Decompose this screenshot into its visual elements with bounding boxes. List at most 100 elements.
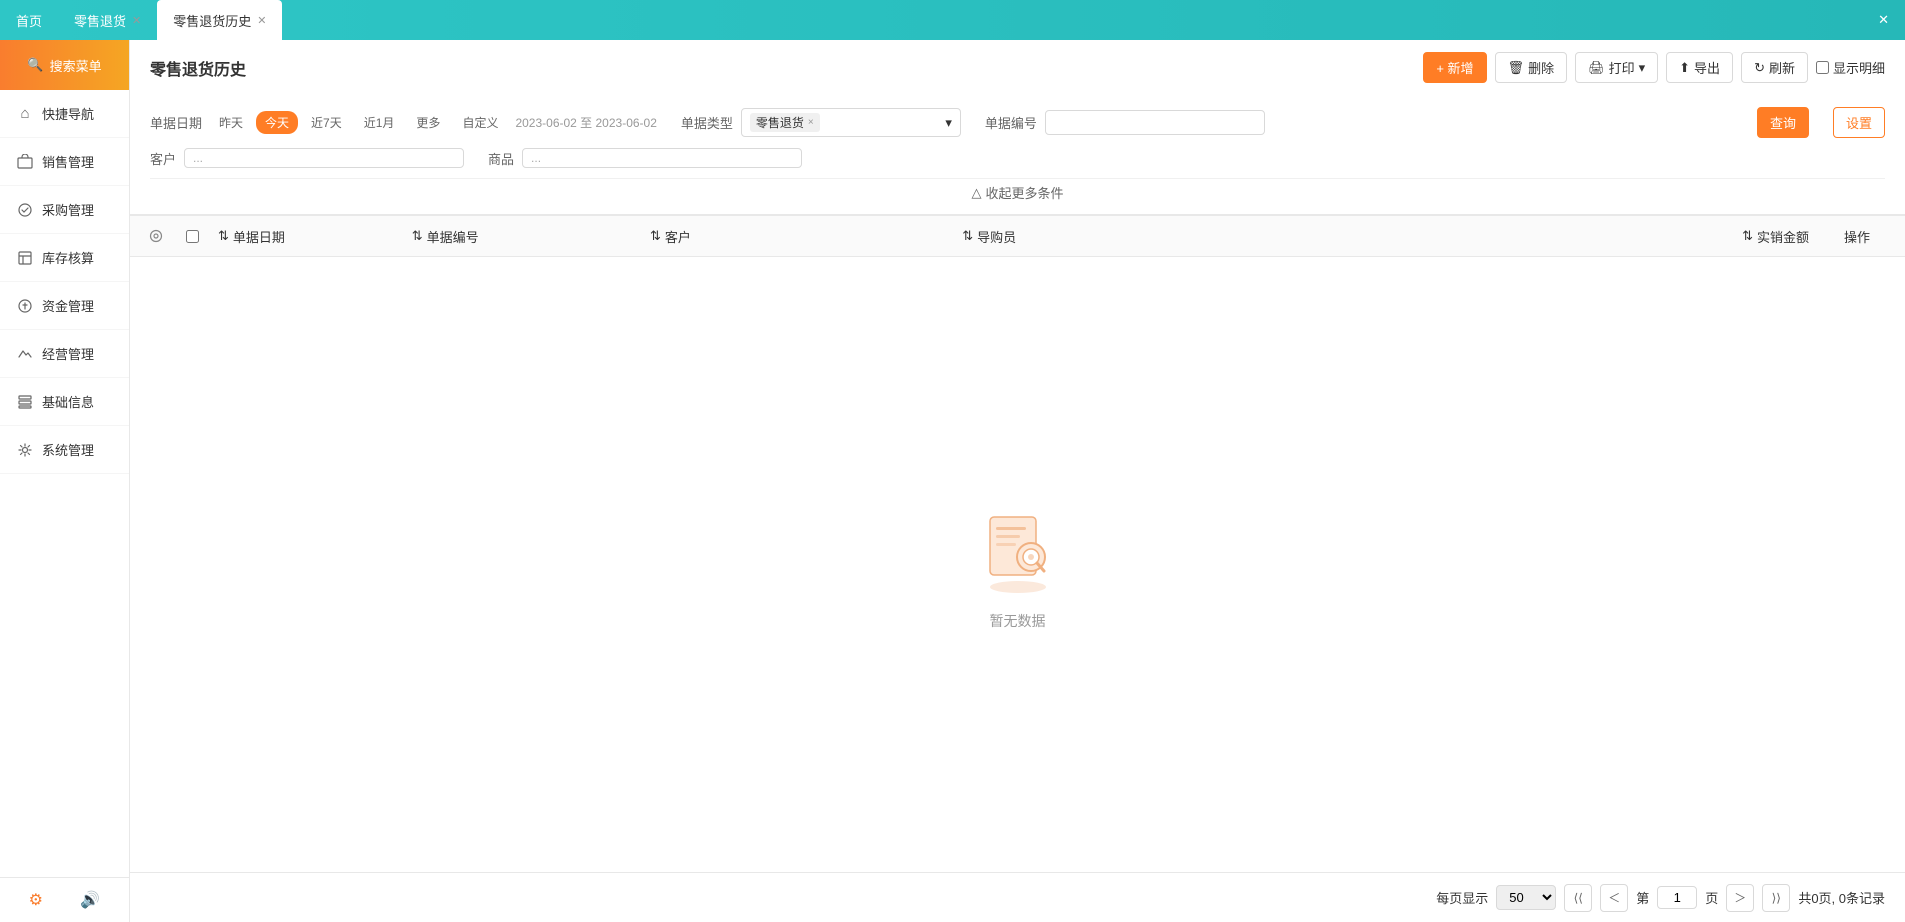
th-date[interactable]: ⇅ 单据日期 — [210, 227, 404, 246]
delete-label: 删除 — [1528, 58, 1554, 77]
page-unit: 页 — [1705, 888, 1718, 907]
date-btn-today[interactable]: 今天 — [256, 111, 298, 134]
page-title: 零售退货历史 — [150, 56, 246, 80]
sales-icon — [16, 153, 34, 171]
th-customer[interactable]: ⇅ 客户 — [642, 227, 954, 246]
th-amount[interactable]: ⇅ 实销金额 — [1653, 227, 1817, 246]
th-settings[interactable] — [138, 229, 174, 243]
filter-row-1: 单据日期 昨天 今天 近7天 近1月 更多 自定义 2023-06-02 至 2… — [150, 107, 1885, 138]
sidebar-item-sysmanage-label: 系统管理 — [42, 440, 94, 459]
th-date-icon: ⇅ — [218, 228, 229, 244]
th-guide[interactable]: ⇅ 导购员 — [954, 227, 1192, 246]
tab-retail-return-history-close[interactable]: ✕ — [257, 14, 266, 27]
select-all-checkbox[interactable] — [186, 230, 199, 243]
sidebar-item-quicknav[interactable]: ⌂ 快捷导航 — [0, 90, 129, 138]
date-btn-1month[interactable]: 近1月 — [355, 111, 404, 134]
inventory-icon — [16, 249, 34, 267]
operations-icon — [16, 345, 34, 363]
empty-illustration — [968, 499, 1068, 599]
page-first-button[interactable]: ⟨⟨ — [1564, 884, 1592, 912]
new-button[interactable]: + 新增 — [1423, 52, 1486, 83]
filter-row-2: 客户 ... 商品 ... — [150, 148, 1885, 168]
goods-label: 商品 — [488, 149, 514, 168]
show-detail-checkbox[interactable] — [1816, 61, 1829, 74]
settings-button[interactable]: ⚙ — [29, 890, 43, 910]
top-bar: 首页 零售退货 ✕ 零售退货历史 ✕ ✕ — [0, 0, 1905, 40]
date-btn-7days[interactable]: 近7天 — [302, 111, 351, 134]
export-button[interactable]: ⬆ 导出 — [1666, 52, 1733, 83]
print-dropdown-icon: ▾ — [1639, 60, 1646, 76]
sidebar-item-inventory-label: 库存核算 — [42, 248, 94, 267]
th-checkbox[interactable] — [174, 230, 210, 243]
collapse-icon: △ — [971, 185, 981, 201]
sidebar-item-basicinfo[interactable]: 基础信息 — [0, 378, 129, 426]
print-label: 打印 — [1609, 58, 1635, 77]
goods-input-btn[interactable]: ... — [522, 148, 802, 168]
query-button[interactable]: 查询 — [1757, 107, 1809, 138]
sidebar-item-purchase[interactable]: 采购管理 — [0, 186, 129, 234]
bill-type-filter: 单据类型 零售退货 × ▾ — [681, 108, 961, 137]
export-label: 导出 — [1694, 58, 1720, 77]
bill-no-input[interactable] — [1045, 110, 1265, 135]
sidebar-item-finance-label: 资金管理 — [42, 296, 94, 315]
customer-label: 客户 — [150, 149, 176, 168]
refresh-button[interactable]: ↻ 刷新 — [1741, 52, 1808, 83]
sidebar-item-basicinfo-label: 基础信息 — [42, 392, 94, 411]
page-title-bar: 零售退货历史 + 新增 🗑 删除 🖨 打印 ▾ ⬆ 导出 — [150, 52, 1885, 83]
tab-home[interactable]: 首页 — [0, 0, 58, 40]
bill-type-label: 单据类型 — [681, 113, 733, 132]
print-button[interactable]: 🖨 打印 ▾ — [1575, 52, 1658, 83]
search-icon: 🔍 — [27, 57, 43, 73]
sidebar-nav: ⌂ 快捷导航 销售管理 采购管理 — [0, 90, 129, 877]
settings-filter-button[interactable]: 设置 — [1833, 107, 1885, 138]
th-customer-icon: ⇅ — [650, 228, 661, 244]
date-btn-yesterday[interactable]: 昨天 — [210, 111, 252, 134]
page-number-input[interactable] — [1657, 886, 1697, 909]
date-btn-custom[interactable]: 自定义 — [453, 111, 507, 134]
date-filter: 单据日期 昨天 今天 近7天 近1月 更多 自定义 2023-06-02 至 2… — [150, 111, 657, 134]
customer-input-btn[interactable]: ... — [184, 148, 464, 168]
page-size-select[interactable]: 10 20 50 100 — [1496, 885, 1556, 910]
delete-button[interactable]: 🗑 删除 — [1495, 52, 1568, 83]
tab-retail-return-close[interactable]: ✕ — [132, 14, 141, 27]
sidebar-item-operations[interactable]: 经营管理 — [0, 330, 129, 378]
th-action-label: 操作 — [1844, 227, 1870, 246]
show-detail-checkbox-label[interactable]: 显示明细 — [1816, 58, 1885, 77]
bill-type-dropdown-icon: ▾ — [945, 115, 952, 131]
page-last-button[interactable]: ⟩⟩ — [1762, 884, 1790, 912]
table-container: ⇅ 单据日期 ⇅ 单据编号 ⇅ 客户 ⇅ 导购员 ⇅ 实销 — [130, 215, 1905, 872]
sidebar-item-purchase-label: 采购管理 — [42, 200, 94, 219]
page-prev-button[interactable]: ＜ — [1600, 884, 1628, 912]
empty-text: 暂无数据 — [990, 611, 1046, 631]
th-billno[interactable]: ⇅ 单据编号 — [404, 227, 642, 246]
th-guide-icon: ⇅ — [962, 228, 973, 244]
total-text: 共0页, 0条记录 — [1798, 888, 1885, 907]
audio-button[interactable]: 🔊 — [80, 890, 100, 910]
sidebar-item-inventory[interactable]: 库存核算 — [0, 234, 129, 282]
filter-area: 单据日期 昨天 今天 近7天 近1月 更多 自定义 2023-06-02 至 2… — [150, 95, 1885, 214]
bill-type-tag-close[interactable]: × — [808, 117, 814, 128]
refresh-icon: ↻ — [1754, 60, 1765, 76]
sidebar-item-quicknav-label: 快捷导航 — [42, 104, 94, 123]
sidebar-item-finance[interactable]: 资金管理 — [0, 282, 129, 330]
tab-retail-return-history[interactable]: 零售退货历史 ✕ — [157, 0, 282, 40]
tab-retail-return[interactable]: 零售退货 ✕ — [58, 0, 157, 40]
finance-icon — [16, 297, 34, 315]
date-range-value: 2023-06-02 至 2023-06-02 — [515, 114, 656, 131]
th-guide-label: 导购员 — [977, 227, 1016, 246]
tab-retail-return-label: 零售退货 — [74, 11, 126, 30]
page-actions: + 新增 🗑 删除 🖨 打印 ▾ ⬆ 导出 ↻ — [1423, 52, 1885, 83]
sidebar-item-sysmanage[interactable]: 系统管理 — [0, 426, 129, 474]
bill-no-filter: 单据编号 — [985, 110, 1265, 135]
bill-type-select[interactable]: 零售退货 × ▾ — [741, 108, 961, 137]
th-billno-icon: ⇅ — [412, 228, 423, 244]
top-bar-close[interactable]: ✕ — [1878, 12, 1905, 28]
date-btn-more[interactable]: 更多 — [407, 111, 449, 134]
page-next-button[interactable]: ＞ — [1726, 884, 1754, 912]
sidebar-item-sales-label: 销售管理 — [42, 152, 94, 171]
sidebar-bottom: ⚙ 🔊 — [0, 877, 129, 922]
sidebar-search[interactable]: 🔍 搜索菜单 — [0, 40, 129, 90]
sidebar-item-sales[interactable]: 销售管理 — [0, 138, 129, 186]
page-header: 零售退货历史 + 新增 🗑 删除 🖨 打印 ▾ ⬆ 导出 — [130, 40, 1905, 215]
collapse-button[interactable]: △ 收起更多条件 — [150, 178, 1885, 206]
